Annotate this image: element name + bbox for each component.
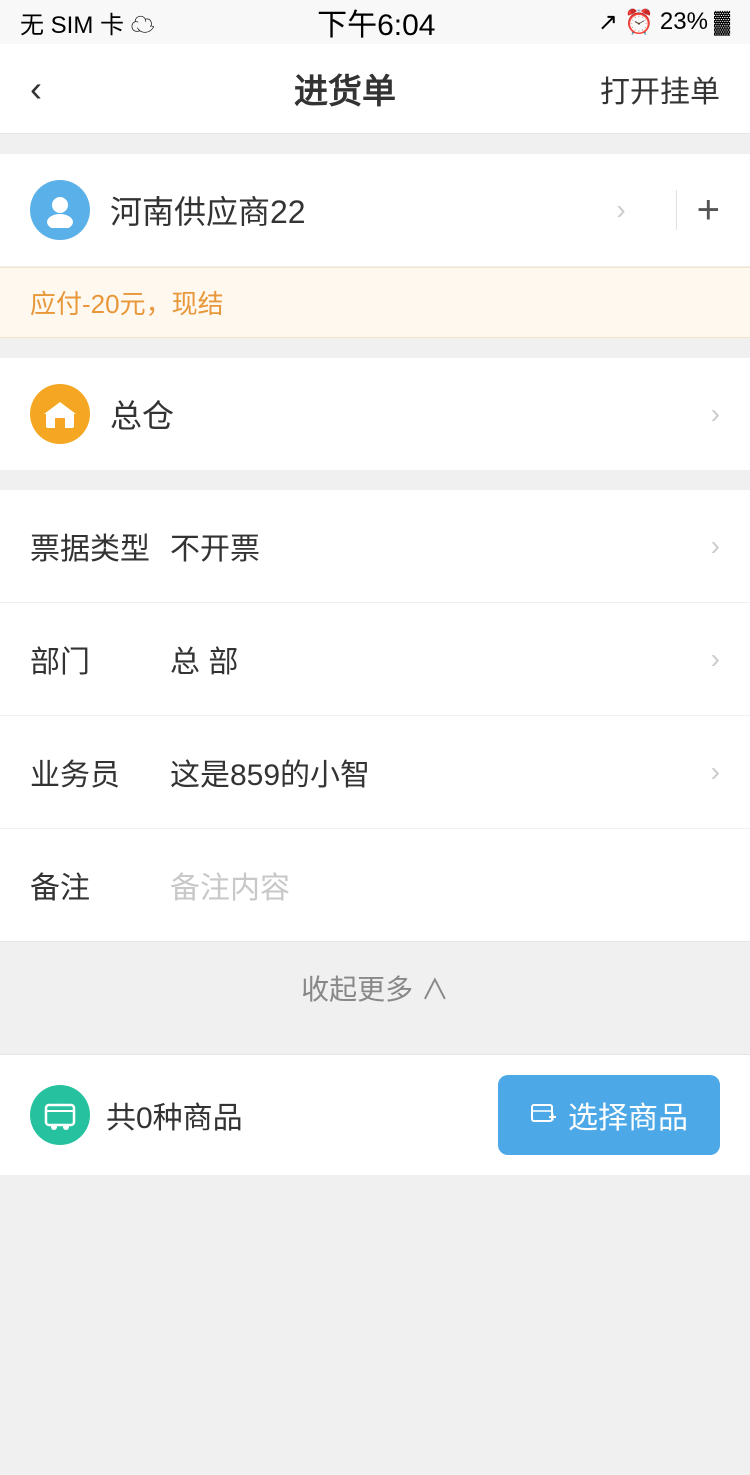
page-title: 进货单 — [294, 64, 396, 113]
invoice-type-label: 票据类型 — [30, 524, 170, 568]
status-left: 无 SIM 卡 ☁ — [20, 5, 155, 40]
status-right: ↗ ⏰ 23% ▓ — [598, 8, 730, 37]
person-icon — [42, 192, 78, 228]
supplier-name: 河南供应商22 — [110, 187, 616, 233]
battery-text: 23% — [660, 8, 708, 36]
warehouse-name: 总仓 — [110, 391, 711, 437]
bottom-bar: 共0种商品 选择商品 — [0, 1054, 750, 1175]
section-gap-2 — [0, 338, 750, 358]
supplier-section: 河南供应商22 › + 应付-20元，现结 — [0, 154, 750, 338]
location-icon: ↗ — [598, 8, 618, 37]
alarm-icon: ⏰ — [624, 8, 654, 37]
open-pending-button[interactable]: 打开挂单 — [600, 67, 720, 111]
back-button[interactable]: ‹ — [30, 68, 90, 110]
salesperson-value: 这是859的小智 — [170, 750, 711, 794]
remark-label: 备注 — [30, 863, 170, 907]
notice-bar: 应付-20元，现结 — [0, 267, 750, 338]
department-row[interactable]: 部门 总 部 › — [0, 602, 750, 715]
select-product-label: 选择商品 — [568, 1093, 688, 1137]
remark-input[interactable]: 备注内容 — [170, 863, 720, 907]
page-background — [0, 1175, 750, 1475]
warehouse-icon — [42, 396, 78, 432]
salesperson-row[interactable]: 业务员 这是859的小智 › — [0, 715, 750, 828]
collapse-button[interactable]: 收起更多 ∧ — [0, 941, 750, 1034]
invoice-type-row[interactable]: 票据类型 不开票 › — [0, 490, 750, 602]
battery-icon: ▓ — [714, 9, 730, 35]
add-supplier-button[interactable]: + — [697, 188, 720, 233]
supplier-arrow-icon: › — [616, 194, 625, 226]
status-time: 下午6:04 — [317, 0, 435, 44]
cart-icon — [42, 1097, 78, 1133]
warehouse-arrow-icon: › — [711, 398, 720, 430]
product-count-text: 共0种商品 — [106, 1093, 498, 1137]
section-gap-4 — [0, 1034, 750, 1054]
warehouse-row[interactable]: 总仓 › — [0, 358, 750, 470]
invoice-type-arrow-icon: › — [711, 530, 720, 562]
supplier-row[interactable]: 河南供应商22 › + — [0, 154, 750, 267]
warehouse-icon-wrap — [30, 384, 90, 444]
nav-bar: ‹ 进货单 打开挂单 — [0, 44, 750, 134]
divider — [676, 190, 677, 230]
warehouse-section: 总仓 › — [0, 358, 750, 470]
department-arrow-icon: › — [711, 643, 720, 675]
select-product-icon — [530, 1101, 558, 1129]
department-value: 总 部 — [170, 637, 711, 681]
remark-row[interactable]: 备注 备注内容 — [0, 828, 750, 941]
sim-indicator: 无 SIM 卡 ☁ — [20, 5, 155, 40]
salesperson-label: 业务员 — [30, 750, 170, 794]
select-product-button[interactable]: 选择商品 — [498, 1075, 720, 1155]
section-gap-1 — [0, 134, 750, 154]
form-section: 票据类型 不开票 › 部门 总 部 › 业务员 这是859的小智 › 备注 备注… — [0, 490, 750, 1034]
salesperson-arrow-icon: › — [711, 756, 720, 788]
section-gap-3 — [0, 470, 750, 490]
invoice-type-value: 不开票 — [170, 524, 711, 568]
department-label: 部门 — [30, 637, 170, 681]
supplier-avatar — [30, 180, 90, 240]
status-bar: 无 SIM 卡 ☁ 下午6:04 ↗ ⏰ 23% ▓ — [0, 0, 750, 44]
product-count-icon-wrap — [30, 1085, 90, 1145]
